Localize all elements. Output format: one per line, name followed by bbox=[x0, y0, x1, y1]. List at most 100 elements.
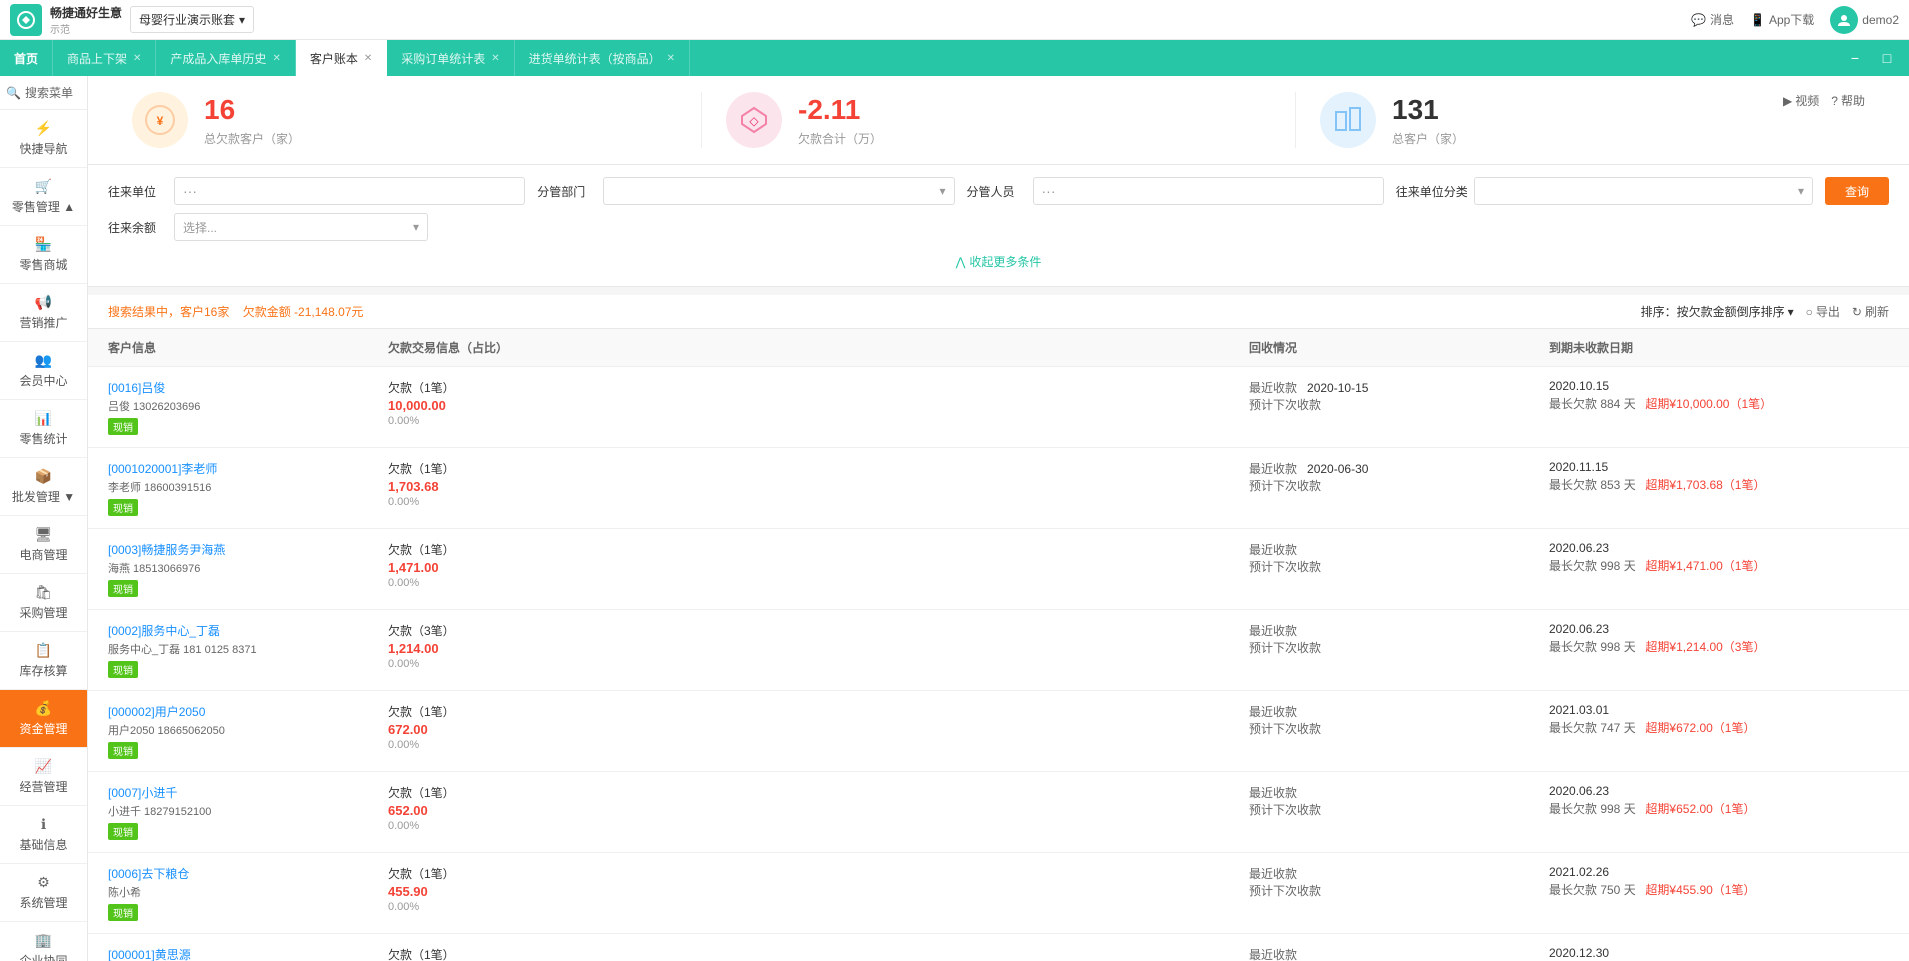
overdue-detail: 最长欠款 884 天 超期¥10,000.00（1笔） bbox=[1549, 395, 1889, 412]
customer-name-link[interactable]: [0002]服务中心_丁磊 bbox=[108, 622, 388, 639]
customer-name-link[interactable]: [0016]吕俊 bbox=[108, 379, 388, 396]
overdue-link[interactable]: 超期¥1,471.00（1笔） bbox=[1645, 559, 1765, 573]
export-btn[interactable]: ○ 导出 bbox=[1806, 303, 1840, 320]
sidebar-item-inventory[interactable]: 📋 库存核算 bbox=[0, 632, 87, 690]
overdue-link[interactable]: 超期¥652.00（1笔） bbox=[1645, 802, 1755, 816]
sidebar-item-enterprise[interactable]: 🏢 企业协同 bbox=[0, 922, 87, 961]
tab-production-instock[interactable]: 产成品入库单历史 ✕ bbox=[156, 40, 295, 76]
help-btn[interactable]: ? 帮助 bbox=[1831, 92, 1865, 109]
filter-unit-category-input[interactable]: ▾ bbox=[1474, 177, 1813, 205]
tab-product-offshelf[interactable]: 商品上下架 ✕ bbox=[53, 40, 156, 76]
customer-name-link[interactable]: [000002]用户2050 bbox=[108, 703, 388, 720]
debt-count: 欠款（1笔） bbox=[388, 460, 1249, 477]
svg-text:◇: ◇ bbox=[749, 114, 759, 128]
store-selector[interactable]: 母婴行业演示账套 ▾ bbox=[130, 6, 254, 33]
sidebar-search[interactable]: 🔍 搜索菜单 bbox=[0, 76, 87, 110]
customer-detail: 用户2050 18665062050 bbox=[108, 722, 388, 738]
customer-info-cell: [0007]小进千 小进千 18279152100 现销 bbox=[108, 784, 388, 840]
sidebar-item-member[interactable]: 👥 会员中心 bbox=[0, 342, 87, 400]
sidebar-item-system-label: 系统管理 bbox=[19, 894, 67, 911]
sidebar-item-retail-stats-label: 零售统计 bbox=[19, 430, 67, 447]
customer-name-link[interactable]: [0001020001]李老师 bbox=[108, 460, 388, 477]
customer-info-cell: [0016]吕俊 吕俊 13026203696 现销 bbox=[108, 379, 388, 435]
sidebar-item-purchase-label: 采购管理 bbox=[19, 604, 67, 621]
sidebar-item-capital-label: 资金管理 bbox=[19, 720, 67, 737]
sidebar-item-marketing[interactable]: 📢 营销推广 bbox=[0, 284, 87, 342]
tab-close-icon[interactable]: ✕ bbox=[272, 53, 280, 64]
customer-name-link[interactable]: [0006]去下粮仓 bbox=[108, 865, 388, 882]
overdue-detail: 最长欠款 747 天 超期¥672.00（1笔） bbox=[1549, 719, 1889, 736]
tab-home[interactable]: 首页 bbox=[0, 40, 53, 76]
query-button[interactable]: 查询 bbox=[1825, 177, 1889, 205]
tab-purchase-stats[interactable]: 采购订单统计表 ✕ bbox=[387, 40, 514, 76]
sidebar-item-quick-nav[interactable]: ⚡ 快捷导航 bbox=[0, 110, 87, 168]
capital-icon: 💰 bbox=[35, 700, 52, 717]
tab-close-icon[interactable]: ✕ bbox=[364, 53, 372, 64]
customer-detail: 陈小希 bbox=[108, 884, 388, 900]
debt-percent: 0.00% bbox=[388, 901, 1249, 913]
tab-customer-account[interactable]: 客户账本 ✕ bbox=[296, 40, 387, 76]
overdue-link[interactable]: 超期¥672.00（1笔） bbox=[1645, 721, 1755, 735]
sidebar-item-ecommerce[interactable]: 🖥 电商管理 bbox=[0, 516, 87, 574]
app-name: 畅捷通好生意 bbox=[50, 4, 122, 21]
overdue-link[interactable]: 超期¥1,703.68（1笔） bbox=[1645, 478, 1765, 492]
sidebar-item-retail-mgmt[interactable]: 🛒 零售管理 ▲ bbox=[0, 168, 87, 226]
batch-mgmt-icon: 📦 bbox=[35, 468, 52, 485]
debt-amount: 1,703.68 bbox=[388, 479, 1249, 494]
stat-overdue-info: 16 总欠款客户（家） bbox=[204, 94, 300, 147]
sidebar-item-purchase[interactable]: 🛍 采购管理 bbox=[0, 574, 87, 632]
filter-balance-input[interactable]: 选择... ▾ bbox=[174, 213, 428, 241]
table-row: [0001020001]李老师 李老师 18600391516 现销 欠款（1笔… bbox=[88, 448, 1909, 529]
overdue-link[interactable]: 超期¥455.90（1笔） bbox=[1645, 883, 1755, 897]
sidebar-item-basic-info[interactable]: ℹ 基础信息 bbox=[0, 806, 87, 864]
sidebar-item-system[interactable]: ⚙ 系统管理 bbox=[0, 864, 87, 922]
sidebar-item-retail-mall[interactable]: 🏪 零售商城 bbox=[0, 226, 87, 284]
dept-dropdown-icon: ▾ bbox=[939, 184, 945, 198]
logo-area: 畅捷通好生意 示范 母婴行业演示账套 ▾ bbox=[10, 4, 254, 36]
customer-name-link[interactable]: [0007]小进千 bbox=[108, 784, 388, 801]
search-icon: 🔍 bbox=[6, 86, 21, 100]
sidebar-item-capital[interactable]: 💰 资金管理 bbox=[0, 690, 87, 748]
debt-info-cell: 欠款（1笔） 1,703.68 0.00% bbox=[388, 460, 1249, 508]
overdue-link[interactable]: 超期¥10,000.00（1笔） bbox=[1645, 397, 1772, 411]
video-btn[interactable]: ▶ 视频 bbox=[1783, 92, 1819, 109]
sort-dropdown-icon[interactable]: ▾ bbox=[1788, 305, 1794, 319]
filter-dept-input[interactable]: ▾ bbox=[603, 177, 954, 205]
maximize-btn[interactable]: □ bbox=[1875, 46, 1899, 70]
filter-manager-label: 分管人员 bbox=[967, 183, 1027, 200]
sidebar-item-operations[interactable]: 📈 经营管理 bbox=[0, 748, 87, 806]
filter-source-unit-input[interactable]: ··· bbox=[174, 177, 525, 205]
sidebar-item-quick-nav-label: 快捷导航 bbox=[19, 140, 67, 157]
refresh-btn[interactable]: ↻ 刷新 bbox=[1852, 303, 1889, 320]
store-name: 母婴行业演示账套 bbox=[139, 11, 235, 28]
main-content: ¥ 16 总欠款客户（家） ◇ -2.11 欠款合计（万） bbox=[88, 76, 1909, 961]
tab-instock-stats-label: 进货单统计表（按商品） bbox=[529, 50, 661, 67]
message-btn[interactable]: 💬 消息 bbox=[1691, 11, 1734, 28]
app-download-btn[interactable]: 📱 App下载 bbox=[1750, 11, 1814, 28]
table-row: [0003]畅捷服务尹海燕 海燕 18513066976 现销 欠款（1笔） 1… bbox=[88, 529, 1909, 610]
basic-info-icon: ℹ bbox=[41, 816, 46, 833]
tab-close-icon[interactable]: ✕ bbox=[133, 53, 141, 64]
customer-name-link[interactable]: [0003]畅捷服务尹海燕 bbox=[108, 541, 388, 558]
tab-instock-stats[interactable]: 进货单统计表（按商品） ✕ bbox=[515, 40, 690, 76]
customer-info-cell: [000001]黄思源 黄思源 13552700226 现销 bbox=[108, 946, 388, 961]
user-menu[interactable]: demo2 bbox=[1830, 6, 1899, 34]
tab-close-icon[interactable]: ✕ bbox=[491, 53, 499, 64]
debt-count: 欠款（1笔） bbox=[388, 379, 1249, 396]
sidebar-item-batch-mgmt[interactable]: 📦 批发管理 ▼ bbox=[0, 458, 87, 516]
filter-manager-input[interactable]: ··· bbox=[1033, 177, 1384, 205]
balance-dropdown-icon: ▾ bbox=[413, 220, 419, 234]
customer-name-link[interactable]: [000001]黄思源 bbox=[108, 946, 388, 961]
sidebar-item-member-label: 会员中心 bbox=[19, 372, 67, 389]
unit-category-dropdown-icon: ▾ bbox=[1798, 184, 1804, 198]
overdue-date: 2020.06.23 bbox=[1549, 784, 1889, 798]
balance-placeholder: 选择... bbox=[183, 219, 217, 236]
stat-icon-pink: ◇ bbox=[726, 92, 782, 148]
sidebar-item-retail-stats[interactable]: 📊 零售统计 bbox=[0, 400, 87, 458]
retail-stats-icon: 📊 bbox=[35, 410, 52, 427]
user-avatar bbox=[1830, 6, 1858, 34]
overdue-link[interactable]: 超期¥1,214.00（3笔） bbox=[1645, 640, 1765, 654]
tab-close-icon[interactable]: ✕ bbox=[667, 53, 675, 64]
minimize-btn[interactable]: − bbox=[1843, 46, 1867, 70]
collapse-btn[interactable]: ⋀ 收起更多条件 bbox=[108, 249, 1889, 274]
